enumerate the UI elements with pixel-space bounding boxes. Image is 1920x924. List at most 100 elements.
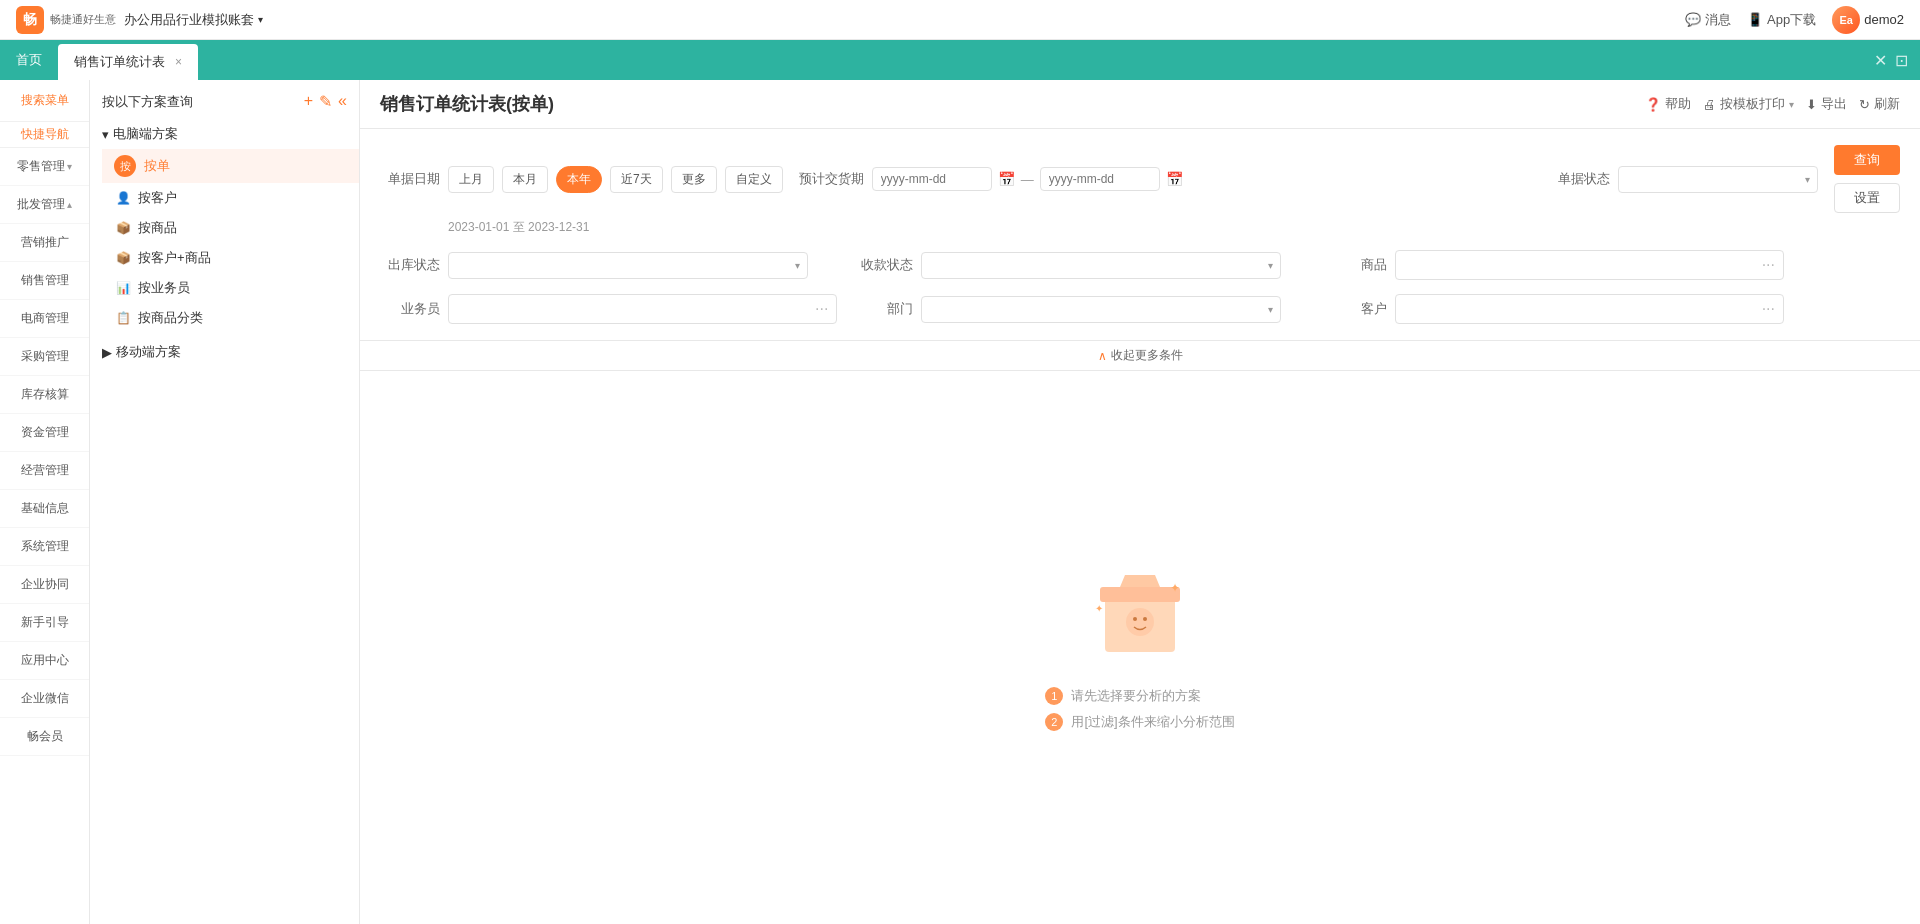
tree-item-by-category[interactable]: 📋 按商品分类: [102, 303, 359, 333]
calendar-start-icon[interactable]: 📅: [998, 171, 1015, 187]
sidebar-item-member[interactable]: 畅会员: [0, 718, 89, 756]
date-btn-custom[interactable]: 自定义: [725, 166, 783, 193]
sidebar-item-inventory[interactable]: 库存核算: [0, 376, 89, 414]
collapse-bar[interactable]: ∧ 收起更多条件: [360, 341, 1920, 371]
collapse-label: 收起更多条件: [1111, 347, 1183, 364]
sidebar-item-finance[interactable]: 资金管理: [0, 414, 89, 452]
sidebar-retail-arrow: ▾: [67, 161, 72, 172]
ship-status-select[interactable]: [448, 252, 808, 279]
tree-item-by-staff[interactable]: 📊 按业务员: [102, 273, 359, 303]
expected-delivery-end[interactable]: [1040, 167, 1160, 191]
tree-item-by-cust-prod[interactable]: 📦 按客户+商品: [102, 243, 359, 273]
user-area[interactable]: Ea demo2: [1832, 6, 1904, 34]
tip-text-2: 用[过滤]条件来缩小分析范围: [1071, 713, 1234, 731]
sidebar-search-section: 搜索菜单: [0, 80, 89, 122]
calendar-end-icon[interactable]: 📅: [1166, 171, 1183, 187]
window-maximize-icon[interactable]: ⊡: [1895, 51, 1908, 70]
message-button[interactable]: 💬 消息: [1685, 11, 1731, 29]
sidebar-item-newbie[interactable]: 新手引导: [0, 604, 89, 642]
product-filter-group: 商品 ···: [1327, 250, 1784, 280]
collapse-panel-button[interactable]: «: [338, 92, 347, 111]
sidebar-sales-label: 销售管理: [21, 272, 69, 289]
bill-status-label: 单据状态: [1550, 170, 1610, 188]
tree-pc-children: 按 按单 👤 按客户 📦 按商品 📦 按客户+商品 📊 按业务员: [90, 149, 359, 333]
product-input[interactable]: ···: [1395, 250, 1784, 280]
svg-point-5: [1133, 617, 1137, 621]
ship-status-label: 出库状态: [380, 256, 440, 274]
tip-text-1: 请先选择要分析的方案: [1071, 687, 1201, 705]
tree-item-by-product-label: 按商品: [138, 219, 177, 237]
print-label: 按模板打印: [1720, 95, 1785, 113]
customer-input[interactable]: ···: [1395, 294, 1784, 324]
edit-scheme-button[interactable]: ✎: [319, 92, 332, 111]
window-close-icon[interactable]: ✕: [1874, 51, 1887, 70]
tree-pc-section[interactable]: ▾ 电脑端方案: [90, 119, 359, 149]
help-icon: ❓: [1645, 97, 1661, 112]
sidebar-marketing-label: 营销推广: [21, 234, 69, 251]
app-download-label: App下载: [1767, 11, 1816, 29]
help-button[interactable]: ❓ 帮助: [1645, 95, 1691, 113]
date-btn-last-month[interactable]: 上月: [448, 166, 494, 193]
search-menu-button[interactable]: 搜索菜单: [8, 88, 81, 113]
tab-home[interactable]: 首页: [0, 40, 58, 80]
settings-button[interactable]: 设置: [1834, 183, 1900, 213]
sidebar-item-enterprise[interactable]: 企业协同: [0, 566, 89, 604]
export-button[interactable]: ⬇ 导出: [1806, 95, 1847, 113]
expected-delivery-start[interactable]: [872, 167, 992, 191]
tree-mobile-section[interactable]: ▶ 移动端方案: [90, 337, 359, 367]
date-btn-last-7days[interactable]: 近7天: [610, 166, 663, 193]
tab-bar: 首页 销售订单统计表 × ✕ ⊡: [0, 40, 1920, 80]
sidebar-item-purchase[interactable]: 采购管理: [0, 338, 89, 376]
tree-item-by-cust-prod-label: 按客户+商品: [138, 249, 211, 267]
tip-num-1: 1: [1045, 687, 1063, 705]
sidebar-wholesale-label: 批发管理: [17, 196, 65, 213]
empty-state-tips: 1 请先选择要分析的方案 2 用[过滤]条件来缩小分析范围: [1045, 687, 1234, 739]
tab-sales-order[interactable]: 销售订单统计表 ×: [58, 44, 198, 80]
logo-icon: 畅: [16, 6, 44, 34]
bill-status-select[interactable]: [1618, 166, 1818, 193]
dept-filter-group: 部门 ▾: [853, 296, 1310, 323]
tree-item-by-staff-label: 按业务员: [138, 279, 190, 297]
sidebar-item-marketing[interactable]: 营销推广: [0, 224, 89, 262]
workspace-selector[interactable]: 办公用品行业模拟账套 ▾: [124, 11, 263, 29]
sidebar-item-retail[interactable]: 零售管理 ▾: [0, 148, 89, 186]
sidebar-item-sales[interactable]: 销售管理: [0, 262, 89, 300]
tree-item-by-customer[interactable]: 👤 按客户: [102, 183, 359, 213]
sidebar-item-operations[interactable]: 经营管理: [0, 452, 89, 490]
date-btn-more[interactable]: 更多: [671, 166, 717, 193]
search-button[interactable]: 查询: [1834, 145, 1900, 175]
tree-item-by-order[interactable]: 按 按单: [102, 149, 359, 183]
staff-input[interactable]: ···: [448, 294, 837, 324]
staff-dots: ···: [815, 300, 828, 318]
sidebar-item-ecommerce[interactable]: 电商管理: [0, 300, 89, 338]
sidebar-system-label: 系统管理: [21, 538, 69, 555]
by-order-icon: 按: [114, 155, 136, 177]
product-label: 商品: [1327, 256, 1387, 274]
date-btn-this-month[interactable]: 本月: [502, 166, 548, 193]
refresh-button[interactable]: ↻ 刷新: [1859, 95, 1900, 113]
sidebar-item-wholesale[interactable]: 批发管理 ▴: [0, 186, 89, 224]
print-button[interactable]: 🖨 按模板打印 ▾: [1703, 95, 1794, 113]
tab-close-icon[interactable]: ×: [175, 55, 182, 69]
date-range-text: 2023-01-01 至 2023-12-31: [448, 219, 589, 236]
customer-filter-group: 客户 ···: [1327, 294, 1784, 324]
quick-nav-button[interactable]: 快捷导航: [0, 122, 89, 148]
date-btn-this-year[interactable]: 本年: [556, 166, 602, 193]
left-panel: 按以下方案查询 + ✎ « ▾ 电脑端方案 按 按单 👤 按客户: [90, 80, 360, 924]
sidebar-item-system[interactable]: 系统管理: [0, 528, 89, 566]
dept-select[interactable]: [921, 296, 1281, 323]
logo-text: 畅捷通好生意: [50, 12, 116, 26]
pay-status-select[interactable]: [921, 252, 1281, 279]
sidebar-item-appstore[interactable]: 应用中心: [0, 642, 89, 680]
ship-status-group: 出库状态 ▾: [380, 252, 837, 279]
sidebar: 搜索菜单 快捷导航 零售管理 ▾ 批发管理 ▴ 营销推广 销售管理 电商管理 采…: [0, 80, 90, 924]
add-scheme-button[interactable]: +: [304, 92, 313, 111]
sidebar-retail-label: 零售管理: [17, 158, 65, 175]
sidebar-item-wechat[interactable]: 企业微信: [0, 680, 89, 718]
sidebar-operations-label: 经营管理: [21, 462, 69, 479]
sidebar-newbie-label: 新手引导: [21, 614, 69, 631]
tree-item-by-product[interactable]: 📦 按商品: [102, 213, 359, 243]
sidebar-item-basic[interactable]: 基础信息: [0, 490, 89, 528]
app-download-button[interactable]: 📱 App下载: [1747, 11, 1816, 29]
help-label: 帮助: [1665, 95, 1691, 113]
